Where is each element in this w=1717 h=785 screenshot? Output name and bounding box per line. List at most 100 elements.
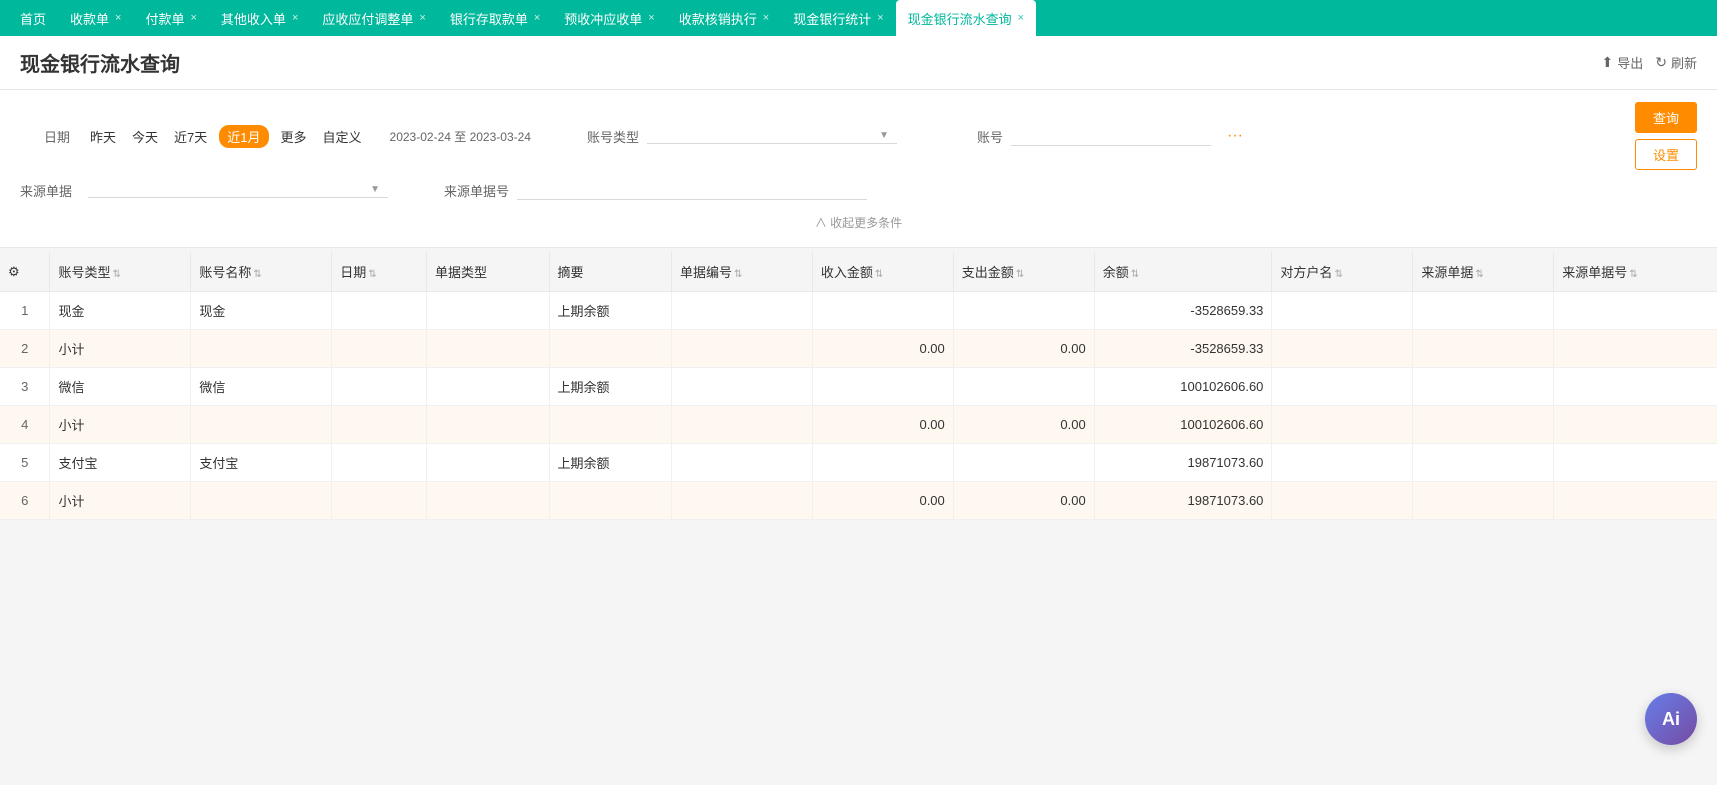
col-label: 来源单据 [1421,265,1473,280]
col-header-settings: ⚙ [0,252,50,292]
query-button[interactable]: 查询 [1635,102,1697,133]
cell-source_doc_num [1554,292,1717,330]
sort-icon: ⇅ [1131,269,1139,280]
col-header-income[interactable]: 收入金额⇅ [812,252,953,292]
date-option-昨天[interactable]: 昨天 [86,125,120,148]
cell-balance: 19871073.60 [1094,482,1272,520]
account-filter: 账号 ··· [953,126,1243,146]
table-area: ⚙账号类型⇅账号名称⇅日期⇅单据类型摘要单据编号⇅收入金额⇅支出金额⇅余额⇅对方… [0,252,1717,520]
cell-date [332,368,427,406]
cell-account_type: 小计 [50,330,191,368]
cell-doc_num [671,368,812,406]
date-option-近7天[interactable]: 近7天 [170,125,211,148]
cell-income [812,444,953,482]
close-icon[interactable]: × [1018,12,1024,24]
date-option-更多[interactable]: 更多 [277,125,311,148]
cell-index: 4 [0,406,50,444]
account-type-filter: 账号类型 ▼ [587,127,897,146]
ai-assistant-button[interactable]: Ai [1645,693,1697,745]
close-icon[interactable]: × [648,12,654,24]
close-icon[interactable]: × [877,12,883,24]
close-icon[interactable]: × [763,12,769,24]
nav-tab-应收应付调整单[interactable]: 应收应付调整单× [310,0,437,36]
cell-account_type: 现金 [50,292,191,330]
nav-tab-预收冲应收单[interactable]: 预收冲应收单 × [552,0,666,36]
date-option-近1月[interactable]: 近1月 [219,125,268,148]
close-icon[interactable]: × [534,12,540,24]
cell-index: 6 [0,482,50,520]
col-header-doc_num[interactable]: 单据编号⇅ [671,252,812,292]
col-label: 账号名称 [199,265,251,280]
cell-index: 1 [0,292,50,330]
col-header-account_name[interactable]: 账号名称⇅ [191,252,332,292]
col-header-balance[interactable]: 余额⇅ [1094,252,1272,292]
account-input[interactable] [1019,128,1203,143]
sort-icon: ⇅ [368,269,376,280]
close-icon[interactable]: × [190,12,196,24]
cell-date [332,292,427,330]
sort-icon: ⇅ [1475,269,1483,280]
cell-income [812,368,953,406]
nav-home[interactable]: 首页 [8,9,58,28]
col-header-source_doc_num[interactable]: 来源单据号⇅ [1554,252,1717,292]
cell-summary [549,330,671,368]
close-icon[interactable]: × [292,12,298,24]
close-icon[interactable]: × [115,12,121,24]
nav-tab-label: 预收冲应收单 [564,9,642,28]
cell-source_doc [1413,444,1554,482]
cell-account_type: 小计 [50,406,191,444]
sort-icon: ⇅ [734,269,742,280]
col-header-counterpart[interactable]: 对方户名⇅ [1272,252,1413,292]
cell-balance: 19871073.60 [1094,444,1272,482]
export-button[interactable]: ⬆ 导出 [1602,53,1644,72]
settings-col-icon[interactable]: ⚙ [8,264,20,279]
nav-tab-现金银行流水查询[interactable]: 现金银行流水查询× [896,0,1036,36]
col-header-source_doc[interactable]: 来源单据⇅ [1413,252,1554,292]
action-buttons: 查询 设置 [1635,102,1697,170]
table-row: 4小计0.000.00100102606.60 [0,406,1717,444]
cell-source_doc [1413,482,1554,520]
col-label: 来源单据号 [1562,265,1627,280]
cell-summary: 上期余额 [549,444,671,482]
nav-tab-收款核销执行[interactable]: 收款核销执行× [667,0,781,36]
more-options-icon[interactable]: ··· [1227,127,1243,145]
export-label: 导出 [1617,53,1643,72]
cell-balance: 100102606.60 [1094,406,1272,444]
col-label: 收入金额 [821,265,873,280]
cell-source_doc_num [1554,406,1717,444]
nav-tab-银行存取款单[interactable]: 银行存取款单× [438,0,552,36]
collapse-bar[interactable]: ∧ 收起更多条件 [20,210,1697,235]
nav-tab-label: 付款单 [145,9,184,28]
date-option-今天[interactable]: 今天 [128,125,162,148]
cell-expense: 0.00 [953,482,1094,520]
date-options: 昨天今天近7天近1月更多自定义 [86,125,366,148]
account-type-select[interactable]: ▼ [647,128,897,144]
source-doc-num-input[interactable] [525,182,859,197]
table-row: 2小计0.000.00-3528659.33 [0,330,1717,368]
cell-income: 0.00 [812,406,953,444]
cell-doc_type [427,444,549,482]
table-body: 1现金现金上期余额-3528659.332小计0.000.00-3528659.… [0,292,1717,520]
col-label: 单据类型 [435,265,487,280]
nav-tab-其他收入单[interactable]: 其他收入单× [209,0,310,36]
account-type-label: 账号类型 [587,127,639,146]
date-option-自定义[interactable]: 自定义 [319,125,366,148]
cell-income [812,292,953,330]
col-header-account_type[interactable]: 账号类型⇅ [50,252,191,292]
nav-tab-现金银行统计[interactable]: 现金银行统计× [781,0,895,36]
col-header-date[interactable]: 日期⇅ [332,252,427,292]
nav-tab-收款单[interactable]: 收款单× [58,0,133,36]
cell-counterpart [1272,482,1413,520]
nav-tab-付款单[interactable]: 付款单 × [133,0,208,36]
cell-index: 2 [0,330,50,368]
settings-button[interactable]: 设置 [1635,139,1697,170]
source-doc-select[interactable]: ▼ [88,182,388,198]
cell-balance: -3528659.33 [1094,330,1272,368]
refresh-button[interactable]: ↻ 刷新 [1655,53,1697,72]
cell-balance: -3528659.33 [1094,292,1272,330]
source-doc-label: 来源单据 [20,181,72,200]
close-icon[interactable]: × [419,12,425,24]
col-header-expense[interactable]: 支出金额⇅ [953,252,1094,292]
chevron-down-icon2: ▼ [370,184,380,195]
table-row: 1现金现金上期余额-3528659.33 [0,292,1717,330]
